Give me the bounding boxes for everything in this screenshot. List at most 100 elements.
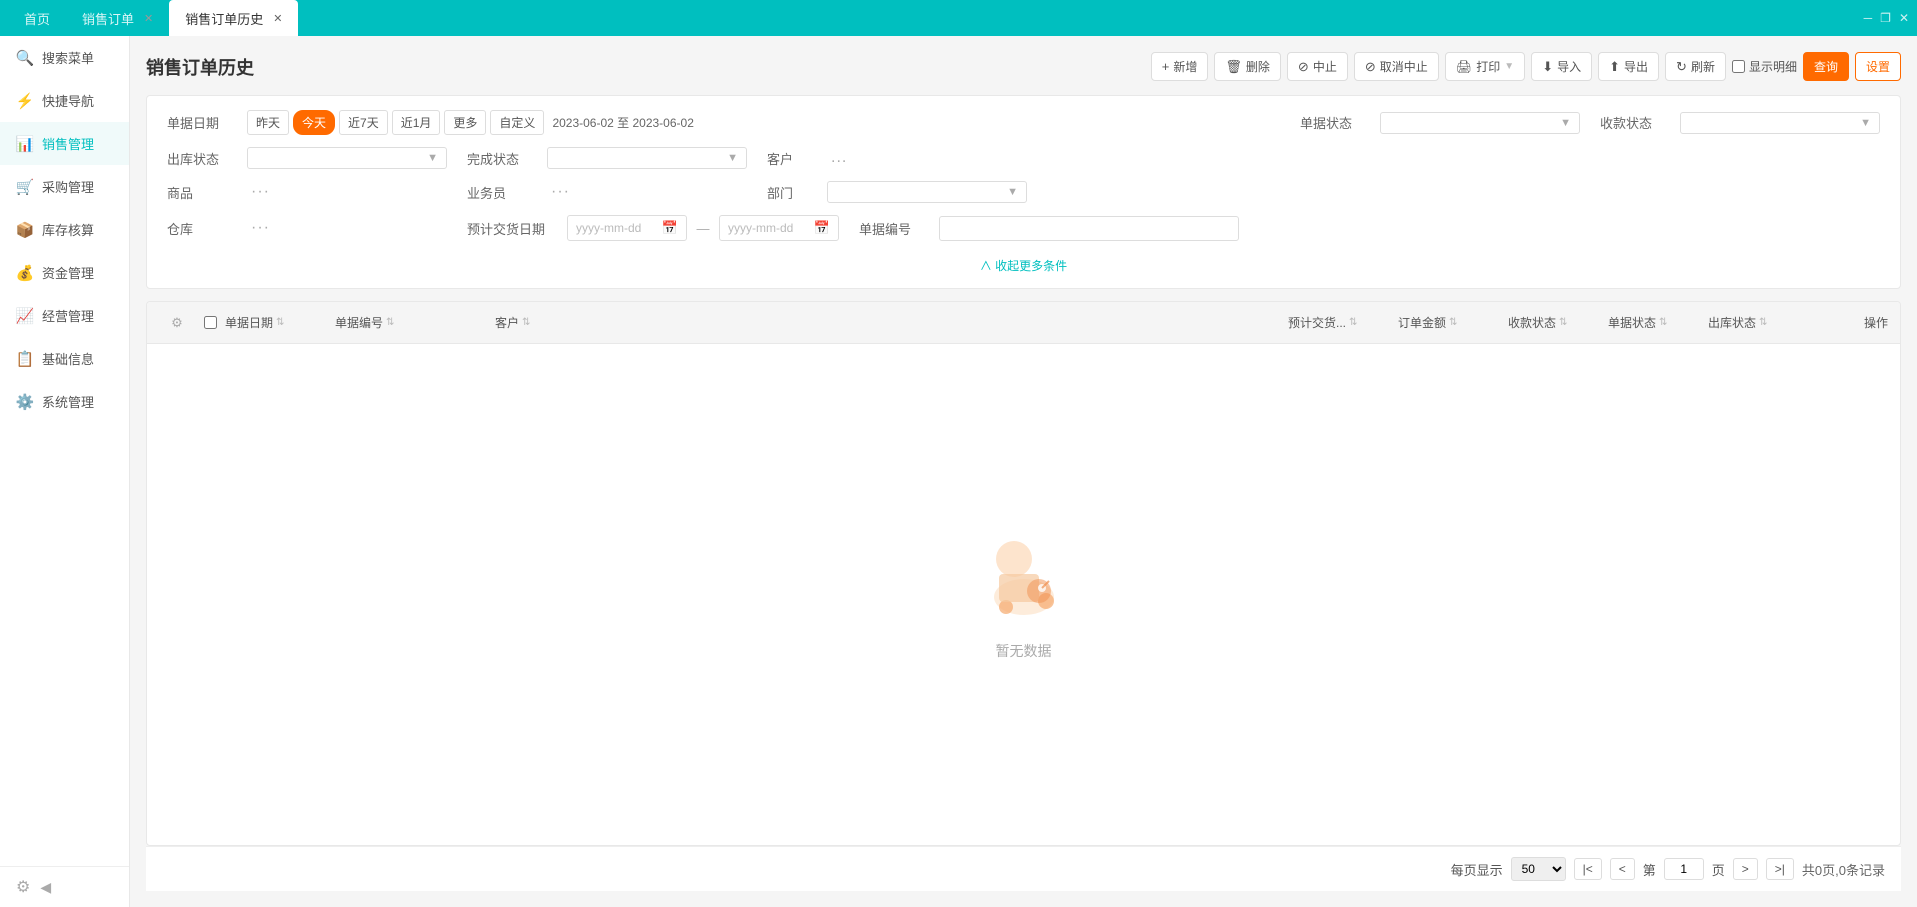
date-btn-more[interactable]: 更多 xyxy=(444,110,486,135)
filter-row-1: 单据日期 昨天 今天 近7天 近1月 更多 自定义 2023-06-02 至 2… xyxy=(167,110,1880,135)
page-label: 第 xyxy=(1643,860,1656,879)
tab-sales-order-history[interactable]: 销售订单历史 ✕ xyxy=(169,0,298,36)
warehouse-more-btn[interactable]: ··· xyxy=(251,219,270,237)
new-button[interactable]: + 新增 xyxy=(1151,52,1209,81)
date-btn-today[interactable]: 今天 xyxy=(293,110,335,135)
doc-number-input[interactable] xyxy=(939,216,1239,241)
empty-illustration xyxy=(964,529,1084,629)
table-header: ⚙ 单据日期 ⇅ 单据编号 ⇅ 客户 ⇅ 预计交货... xyxy=(147,302,1900,344)
refresh-button[interactable]: ↻ 刷新 xyxy=(1665,52,1726,81)
prev-page-btn[interactable]: < xyxy=(1610,858,1635,880)
display-detail-checkbox[interactable] xyxy=(1732,60,1745,73)
import-button[interactable]: ⬇ 导入 xyxy=(1531,52,1592,81)
query-button[interactable]: 查询 xyxy=(1803,52,1849,81)
page-input[interactable] xyxy=(1664,858,1704,880)
th-date[interactable]: 单据日期 ⇅ xyxy=(225,314,335,331)
plus-icon: + xyxy=(1162,59,1170,74)
goods-more-btn[interactable]: ··· xyxy=(251,183,270,201)
date-group: 昨天 今天 近7天 近1月 更多 自定义 2023-06-02 至 2023-0… xyxy=(247,110,694,135)
cancel-stop-button[interactable]: ⊘ 取消中止 xyxy=(1354,52,1439,81)
sidebar-item-purchase[interactable]: 🛒 采购管理 xyxy=(0,165,129,208)
per-page-label: 每页显示 xyxy=(1451,860,1503,879)
date-btn-1month[interactable]: 近1月 xyxy=(392,110,441,135)
salesman-more-btn[interactable]: ··· xyxy=(551,183,570,201)
page-title: 销售订单历史 xyxy=(146,54,254,80)
doc-status-label: 单据状态 xyxy=(1300,113,1380,132)
out-status-select[interactable]: ▼ xyxy=(247,147,447,169)
purchase-icon: 🛒 xyxy=(16,178,34,196)
salesman-label: 业务员 xyxy=(467,183,547,202)
th-delivery[interactable]: 预计交货... ⇅ xyxy=(1288,314,1398,331)
complete-status-select[interactable]: ▼ xyxy=(547,147,747,169)
last-page-btn[interactable]: >| xyxy=(1766,858,1794,880)
sidebar-collapse-icon[interactable]: ◀ xyxy=(40,879,51,896)
date-btn-yesterday[interactable]: 昨天 xyxy=(247,110,289,135)
calendar-from-icon: 📅 xyxy=(662,220,678,236)
th-num[interactable]: 单据编号 ⇅ xyxy=(335,314,495,331)
minimize-btn[interactable]: ─ xyxy=(1864,11,1873,25)
close-btn[interactable]: ✕ xyxy=(1899,11,1909,25)
th-order-status[interactable]: 单据状态 ⇅ xyxy=(1608,314,1708,331)
display-detail-check[interactable]: 显示明细 xyxy=(1732,58,1797,75)
delivery-date-to[interactable]: yyyy-mm-dd 📅 xyxy=(719,215,839,241)
sidebar-item-sales[interactable]: 📊 销售管理 xyxy=(0,122,129,165)
empty-area: 暂无数据 xyxy=(147,344,1900,845)
customer-more-btn[interactable]: ... xyxy=(831,149,847,167)
content-area: 销售订单历史 + 新增 🗑 删除 ⊘ 中止 ⊘ 取消中止 xyxy=(130,36,1917,907)
th-amount[interactable]: 订单金额 ⇅ xyxy=(1398,314,1508,331)
print-button[interactable]: 🖨 打印 ▼ xyxy=(1445,52,1525,81)
sidebar-item-system[interactable]: ⚙️ 系统管理 xyxy=(0,380,129,423)
date-btn-7days[interactable]: 近7天 xyxy=(339,110,388,135)
page-end-label: 页 xyxy=(1712,860,1725,879)
doc-status-arrow: ▼ xyxy=(1560,117,1571,129)
th-customer[interactable]: 客户 ⇅ xyxy=(495,314,1288,331)
customer-label: 客户 xyxy=(767,149,827,168)
sidebar-item-basic-info[interactable]: 📋 基础信息 xyxy=(0,337,129,380)
sidebar-item-quicknav[interactable]: ⚡ 快捷导航 xyxy=(0,79,129,122)
date-btn-custom[interactable]: 自定义 xyxy=(490,110,544,135)
page-header: 销售订单历史 + 新增 🗑 删除 ⊘ 中止 ⊘ 取消中止 xyxy=(146,52,1901,81)
next-page-btn[interactable]: > xyxy=(1733,858,1758,880)
sort-date-icon: ⇅ xyxy=(276,317,284,328)
close-tab-sales-order-history[interactable]: ✕ xyxy=(273,12,282,25)
sales-icon: 📊 xyxy=(16,135,34,153)
dept-arrow: ▼ xyxy=(1007,186,1018,198)
tab-home[interactable]: 首页 xyxy=(8,0,66,36)
dept-select[interactable]: ▼ xyxy=(827,181,1027,203)
complete-status-label: 完成状态 xyxy=(467,149,547,168)
select-all-check[interactable] xyxy=(195,316,225,329)
select-all-checkbox[interactable] xyxy=(204,316,217,329)
export-button[interactable]: ⬆ 导出 xyxy=(1598,52,1659,81)
toolbar: + 新增 🗑 删除 ⊘ 中止 ⊘ 取消中止 🖨 打印 xyxy=(1151,52,1901,81)
sort-pay-status-icon: ⇅ xyxy=(1559,317,1567,328)
stop-button[interactable]: ⊘ 中止 xyxy=(1287,52,1348,81)
close-tab-sales-order[interactable]: ✕ xyxy=(144,12,153,25)
data-table: ⚙ 单据日期 ⇅ 单据编号 ⇅ 客户 ⇅ 预计交货... xyxy=(146,301,1901,846)
sidebar-item-search[interactable]: 🔍 搜索菜单 xyxy=(0,36,129,79)
filter-row-3: 商品 ··· 业务员 ··· 部门 ▼ xyxy=(167,181,1880,203)
settings-button[interactable]: 设置 xyxy=(1855,52,1901,81)
sort-delivery-icon: ⇅ xyxy=(1349,317,1357,328)
restore-btn[interactable]: ❐ xyxy=(1880,11,1891,25)
pay-status-select[interactable]: ▼ xyxy=(1680,112,1880,134)
refresh-icon: ↻ xyxy=(1676,59,1687,75)
delivery-date-label: 预计交货日期 xyxy=(467,219,567,238)
delete-button[interactable]: 🗑 删除 xyxy=(1214,52,1281,81)
sidebar-item-finance[interactable]: 💰 资金管理 xyxy=(0,251,129,294)
sidebar-item-inventory[interactable]: 📦 库存核算 xyxy=(0,208,129,251)
th-out-status[interactable]: 出库状态 ⇅ xyxy=(1708,314,1808,331)
sidebar-item-operations[interactable]: 📈 经营管理 xyxy=(0,294,129,337)
filter-row-2: 出库状态 ▼ 完成状态 ▼ 客户 ... xyxy=(167,147,1880,169)
first-page-btn[interactable]: |< xyxy=(1574,858,1602,880)
doc-status-select[interactable]: ▼ xyxy=(1380,112,1580,134)
th-pay-status[interactable]: 收款状态 ⇅ xyxy=(1508,314,1608,331)
sidebar-settings-icon[interactable]: ⚙ xyxy=(16,877,30,897)
tab-sales-order[interactable]: 销售订单 ✕ xyxy=(66,0,169,36)
per-page-select[interactable]: 50 100 200 xyxy=(1511,857,1566,881)
stop-icon: ⊘ xyxy=(1298,59,1309,75)
collapse-row[interactable]: ∧ 收起更多条件 xyxy=(167,253,1880,274)
cancel-stop-icon: ⊘ xyxy=(1365,59,1376,75)
date-separator: — xyxy=(687,221,719,236)
delivery-date-from[interactable]: yyyy-mm-dd 📅 xyxy=(567,215,687,241)
column-settings-btn[interactable]: ⚙ xyxy=(159,315,195,331)
